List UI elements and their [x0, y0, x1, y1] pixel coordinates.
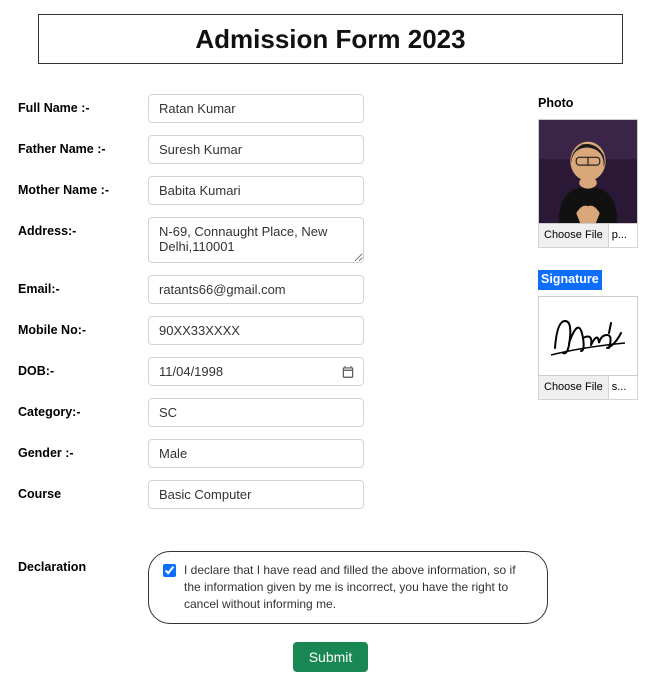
input-fullname[interactable] — [148, 94, 364, 123]
title-box: Admission Form 2023 — [38, 14, 623, 64]
input-mobile[interactable] — [148, 316, 364, 345]
photo-file-input[interactable]: Choose File p... — [538, 224, 638, 248]
choose-file-button[interactable]: Choose File — [539, 376, 609, 399]
label-fullname: Full Name :- — [18, 94, 148, 118]
photo-file-name: p... — [609, 224, 637, 247]
declaration-checkbox[interactable] — [163, 564, 176, 577]
signature-section: Signature Choose File s... — [538, 270, 643, 400]
signature-preview — [538, 296, 638, 376]
label-signature: Signature — [538, 270, 602, 290]
label-mobile: Mobile No:- — [18, 316, 148, 340]
person-icon — [539, 119, 637, 224]
input-address[interactable]: N-69, Connaught Place, New Delhi,110001 — [148, 217, 364, 263]
label-mothername: Mother Name :- — [18, 176, 148, 200]
input-email[interactable] — [148, 275, 364, 304]
label-photo: Photo — [538, 95, 573, 113]
input-mothername[interactable] — [148, 176, 364, 205]
label-email: Email:- — [18, 275, 148, 299]
label-gender: Gender :- — [18, 439, 148, 463]
declaration-section: Declaration I declare that I have read a… — [18, 551, 643, 623]
submit-wrap: Submit — [18, 642, 643, 672]
label-dob: DOB:- — [18, 357, 148, 381]
signature-icon — [543, 303, 633, 368]
declaration-box: I declare that I have read and filled th… — [148, 551, 548, 623]
choose-file-button[interactable]: Choose File — [539, 224, 609, 247]
form-fields: Full Name :- Father Name :- Mother Name … — [18, 94, 364, 521]
signature-file-input[interactable]: Choose File s... — [538, 376, 638, 400]
label-declaration: Declaration — [18, 551, 148, 623]
declaration-text: I declare that I have read and filled th… — [184, 562, 533, 612]
label-category: Category:- — [18, 398, 148, 422]
upload-panel: Photo Choose File p... — [538, 94, 643, 521]
input-gender[interactable] — [148, 439, 364, 468]
input-dob[interactable] — [148, 357, 364, 386]
input-fathername[interactable] — [148, 135, 364, 164]
input-category[interactable] — [148, 398, 364, 427]
input-course[interactable] — [148, 480, 364, 509]
label-fathername: Father Name :- — [18, 135, 148, 159]
form-body: Full Name :- Father Name :- Mother Name … — [18, 94, 643, 521]
label-address: Address:- — [18, 217, 148, 241]
signature-file-name: s... — [609, 376, 637, 399]
photo-section: Photo Choose File p... — [538, 94, 643, 248]
label-course: Course — [18, 480, 148, 504]
submit-button[interactable]: Submit — [293, 642, 369, 672]
page-title: Admission Form 2023 — [39, 21, 622, 57]
photo-preview — [538, 119, 638, 224]
